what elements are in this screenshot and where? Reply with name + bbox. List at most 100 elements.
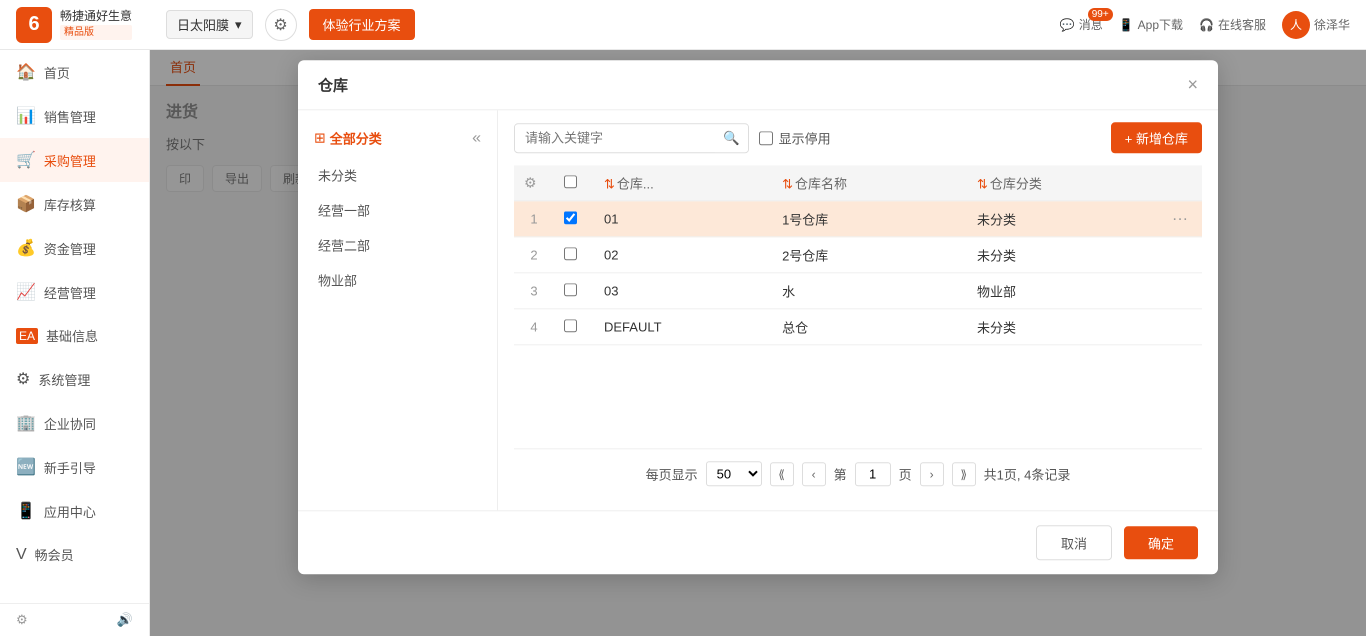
gear-icon: ⚙ [524,174,537,190]
page-number-input[interactable] [855,462,891,486]
sidebar-item-label: 采购管理 [44,151,96,170]
sidebar-speaker-icon[interactable]: 🔊 [117,612,133,628]
page-size-select[interactable]: 50 100 [706,461,762,486]
row-checkbox-cell[interactable] [554,309,594,345]
table-row[interactable]: 1 01 1号仓库 未分类 ··· [514,201,1202,237]
table-header-row: ⚙ ⇅仓库... ⇅仓库名称 [514,165,1202,201]
sidebar-item-inventory[interactable]: 📦 库存核算 [0,182,149,226]
avatar: 人 [1282,11,1310,39]
th-name: ⇅仓库名称 [772,165,967,201]
next-page-button[interactable]: › [920,462,944,486]
dialog-header: 仓库 × [298,60,1218,110]
row-more[interactable] [1162,237,1202,273]
row-more[interactable] [1162,273,1202,309]
appstore-icon: 📱 [16,501,36,521]
row-more[interactable]: ··· [1162,201,1202,237]
user-item[interactable]: 人 徐泽华 [1282,11,1350,39]
row-code: 02 [594,237,772,273]
all-category-label[interactable]: 全部分类 [330,128,382,147]
sidebar-item-label: 经营管理 [44,283,96,302]
finance-icon: 💰 [16,238,36,258]
table-row[interactable]: 4 DEFAULT 总仓 未分类 [514,309,1202,345]
sidebar-item-label: 基础信息 [46,326,98,345]
sidebar-item-purchase[interactable]: 🛒 采购管理 [0,138,149,182]
row-name: 总仓 [772,309,967,345]
row-checkbox[interactable] [564,319,577,332]
sidebar-item-guide[interactable]: 🆕 新手引导 [0,445,149,489]
table-row[interactable]: 2 02 2号仓库 未分类 [514,237,1202,273]
search-input[interactable] [515,124,715,151]
dialog-body: ⊞ 全部分类 « 未分类 经营一部 经营二部 物业部 [298,110,1218,510]
sidebar-item-finance[interactable]: 💰 资金管理 [0,226,149,270]
show-disabled-text: 显示停用 [779,128,831,147]
th-code: ⇅仓库... [594,165,772,201]
app-download-item[interactable]: 📱 App下载 [1119,16,1183,33]
sort-icon-cat: ⇅ [977,176,988,191]
category-panel: ⊞ 全部分类 « 未分类 经营一部 经营二部 物业部 [298,110,498,510]
row-category: 未分类 [967,201,1162,237]
category-item-property[interactable]: 物业部 [298,262,497,297]
header-center: 日太阳膜 ▾ ⚙ 体验行业方案 [166,9,1060,41]
sidebar-item-label: 应用中心 [44,502,96,521]
sidebar-item-enterprise[interactable]: 🏢 企业协同 [0,401,149,445]
row-checkbox[interactable] [564,283,577,296]
sidebar-item-basic[interactable]: EA 基础信息 [0,314,149,357]
settings-icon[interactable]: ⚙ [265,9,297,41]
sort-icon-name: ⇅ [782,176,793,191]
sidebar-item-operation[interactable]: 📈 经营管理 [0,270,149,314]
th-checkbox[interactable] [554,165,594,201]
total-info: 共1页, 4条记录 [984,464,1071,483]
sidebar-item-label: 资金管理 [44,239,96,258]
show-disabled-label[interactable]: 显示停用 [759,128,831,147]
row-name: 1号仓库 [772,201,967,237]
add-warehouse-button[interactable]: + 新增仓库 [1111,122,1202,153]
last-page-button[interactable]: ⟫ [952,462,976,486]
row-checkbox[interactable] [564,247,577,260]
row-category: 未分类 [967,309,1162,345]
row-checkbox-cell[interactable] [554,273,594,309]
purchase-icon: 🛒 [16,150,36,170]
sidebar-item-label: 新手引导 [44,458,96,477]
th-gear[interactable]: ⚙ [514,165,554,201]
more-icon[interactable]: ··· [1172,210,1188,227]
category-item-dept1[interactable]: 经营一部 [298,192,497,227]
sidebar-item-member[interactable]: V 畅会员 [0,533,149,576]
row-checkbox[interactable] [564,211,577,224]
message-item[interactable]: 💬 消息 99+ [1060,16,1103,33]
select-all-checkbox[interactable] [564,175,577,188]
table-row[interactable]: 3 03 水 物业部 [514,273,1202,309]
first-page-button[interactable]: ⟪ [770,462,794,486]
sidebar-item-appstore[interactable]: 📱 应用中心 [0,489,149,533]
sort-icon: ⇅ [604,176,615,191]
sidebar-item-system[interactable]: ⚙ 系统管理 [0,357,149,401]
main-layout: 🏠 首页 📊 销售管理 🛒 采购管理 📦 库存核算 💰 资金管理 📈 经营管理 … [0,50,1366,636]
collapse-icon[interactable]: « [472,129,481,147]
prev-page-button[interactable]: ‹ [802,462,826,486]
sidebar-item-label: 库存核算 [44,195,96,214]
system-icon: ⚙ [16,369,30,389]
customer-service-item[interactable]: 🎧 在线客服 [1199,16,1266,33]
row-checkbox-cell[interactable] [554,201,594,237]
search-button[interactable]: 🔍 [715,124,748,152]
page-unit: 页 [899,464,912,483]
show-disabled-checkbox[interactable] [759,131,773,145]
store-selector[interactable]: 日太阳膜 ▾ [166,10,253,39]
dialog-close-icon[interactable]: × [1187,74,1198,95]
sidebar-item-home[interactable]: 🏠 首页 [0,50,149,94]
category-item-dept2[interactable]: 经营二部 [298,227,497,262]
app-name: 畅捷通好生意 精品版 [60,9,132,40]
confirm-button[interactable]: 确定 [1124,526,1198,559]
th-actions [1162,165,1202,201]
try-industry-button[interactable]: 体验行业方案 [309,9,415,40]
sidebar-item-sales[interactable]: 📊 销售管理 [0,94,149,138]
cancel-button[interactable]: 取消 [1036,525,1112,560]
sidebar-settings-icon[interactable]: ⚙ [16,612,28,628]
row-more[interactable] [1162,309,1202,345]
row-checkbox-cell[interactable] [554,237,594,273]
category-item-unclassified[interactable]: 未分类 [298,157,497,192]
row-category: 物业部 [967,273,1162,309]
member-icon: V [16,546,27,564]
per-page-label: 每页显示 [646,464,698,483]
all-category-header: ⊞ 全部分类 [314,128,382,147]
row-code: 03 [594,273,772,309]
